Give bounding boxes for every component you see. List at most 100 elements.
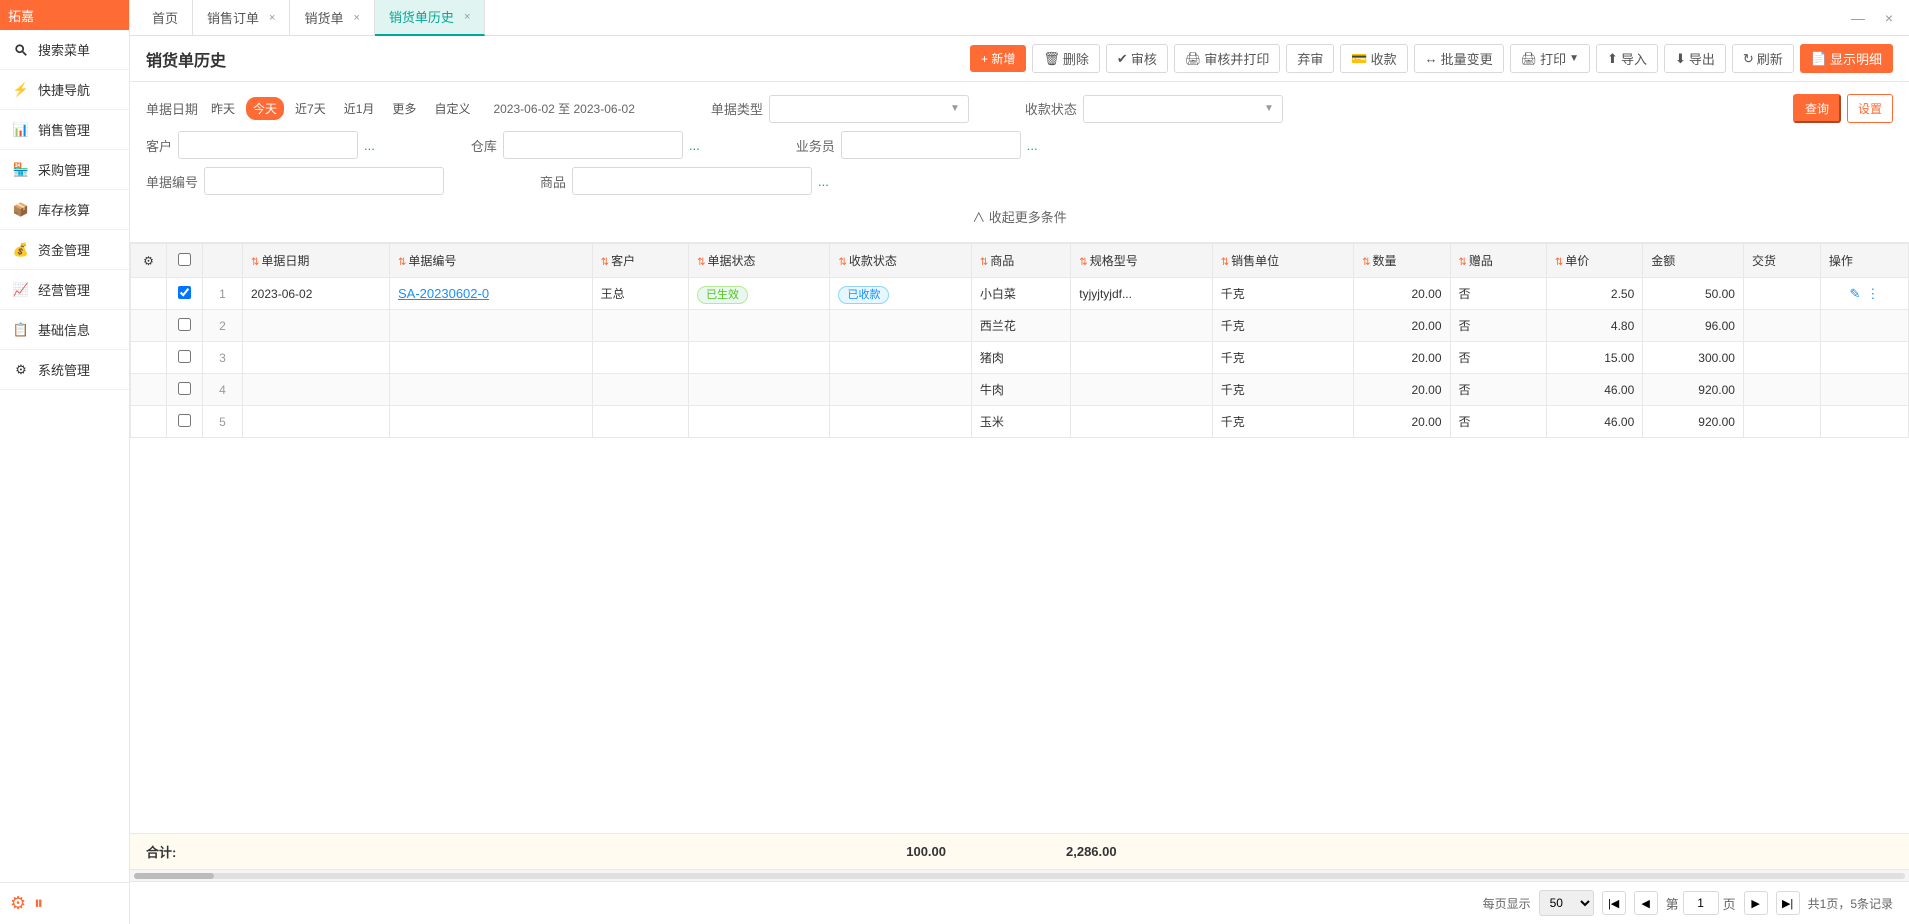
date-btn-today[interactable]: 今天 [246, 97, 284, 120]
th-qty[interactable]: ⇅数量 [1354, 244, 1450, 278]
scrollbar-thumb[interactable] [134, 873, 214, 879]
th-payment-status[interactable]: ⇅收款状态 [830, 244, 971, 278]
sidebar-item-operations[interactable]: 📈 经营管理 [0, 270, 129, 310]
date-btn-1month[interactable]: 近1月 [337, 97, 382, 120]
new-button[interactable]: + 新增 [970, 45, 1026, 72]
prev-page-btn[interactable]: ◀ [1634, 891, 1658, 915]
sidebar-item-finance[interactable]: 💰 资金管理 [0, 230, 129, 270]
sidebar-item-sys-mgmt[interactable]: ⚙ 系统管理 [0, 350, 129, 390]
more-action-icon[interactable]: ⋮ [1866, 286, 1879, 301]
horizontal-scrollbar[interactable] [130, 869, 1909, 881]
tab-sales-history[interactable]: 销货单历史 × [375, 0, 485, 36]
batch-change-button[interactable]: ↔ 批量变更 [1414, 44, 1504, 73]
print-button[interactable]: 🖨 打印 ▼ [1510, 44, 1590, 73]
th-unit-price[interactable]: ⇅单价 [1546, 244, 1642, 278]
staff-input[interactable] [841, 131, 1021, 159]
th-date[interactable]: ⇅单据日期 [243, 244, 390, 278]
table-row: 4 牛肉 千克 20.00 否 46.00 920.00 [131, 374, 1909, 406]
th-checkbox[interactable] [167, 244, 203, 278]
td-action [1820, 342, 1908, 374]
window-close-btn[interactable]: × [1877, 8, 1901, 28]
th-gift[interactable]: ⇅赠品 [1450, 244, 1546, 278]
query-button[interactable]: 查询 [1793, 94, 1841, 123]
row-checkbox[interactable] [178, 318, 191, 331]
th-settings[interactable]: ⚙ [131, 244, 167, 278]
sidebar-item-search-menu[interactable]: 搜索菜单 [0, 30, 129, 70]
sort-goods-icon: ⇅ [980, 257, 988, 268]
date-btn-7days[interactable]: 近7天 [288, 97, 333, 120]
page-number-input[interactable] [1683, 891, 1719, 915]
import-button[interactable]: ⬆ 导入 [1596, 44, 1658, 73]
settings-bottom-icon[interactable]: ⚙ [10, 893, 26, 914]
filter-area: 单据日期 昨天 今天 近7天 近1月 更多 自定义 2023-06-02 至 2… [130, 82, 1909, 243]
tab-sales-goods[interactable]: 销货单 × [290, 0, 374, 36]
table-body: 1 2023-06-02 SA-20230602-0 王总 已生效 已收款 小白… [131, 278, 1909, 438]
last-page-btn[interactable]: ▶| [1776, 891, 1800, 915]
row-checkbox[interactable] [178, 286, 191, 299]
td-checkbox[interactable] [167, 374, 203, 406]
row-checkbox[interactable] [178, 382, 191, 395]
date-btn-custom[interactable]: 自定义 [427, 97, 477, 120]
tab-home[interactable]: 首页 [138, 0, 193, 36]
audit-print-button[interactable]: 🖨 审核并打印 [1174, 44, 1281, 73]
doc-no-link[interactable]: SA-20230602-0 [398, 286, 489, 301]
th-doc-status[interactable]: ⇅单据状态 [689, 244, 830, 278]
goods-input[interactable] [572, 167, 812, 195]
sidebar-item-inventory[interactable]: 📦 库存核算 [0, 190, 129, 230]
staff-ellipsis[interactable]: ... [1027, 138, 1038, 153]
first-page-btn[interactable]: |◀ [1602, 891, 1626, 915]
customer-ellipsis[interactable]: ... [364, 138, 375, 153]
abandon-button[interactable]: 弃审 [1286, 44, 1334, 73]
td-checkbox[interactable] [167, 342, 203, 374]
date-btn-more[interactable]: 更多 [385, 97, 423, 120]
select-all-checkbox[interactable] [178, 253, 191, 266]
th-doc-no[interactable]: ⇅单据编号 [390, 244, 593, 278]
sidebar-item-base-info[interactable]: 📋 基础信息 [0, 310, 129, 350]
close-sales-order-icon[interactable]: × [269, 12, 275, 24]
delete-button[interactable]: 🗑 删除 [1032, 44, 1100, 73]
window-min-btn[interactable]: — [1843, 8, 1873, 28]
print-icon: 🖨 [1521, 51, 1538, 67]
sidebar-item-quick-nav[interactable]: ⚡ 快捷导航 [0, 70, 129, 110]
th-unit[interactable]: ⇅销售单位 [1212, 244, 1353, 278]
td-trade [1743, 342, 1820, 374]
goods-ellipsis[interactable]: ... [818, 174, 829, 189]
pause-icon[interactable]: ⏸ [34, 893, 43, 914]
th-spec[interactable]: ⇅规格型号 [1071, 244, 1212, 278]
td-checkbox[interactable] [167, 278, 203, 310]
td-doc-no [390, 406, 593, 438]
filter-doc-no: 单据编号 [146, 167, 444, 195]
warehouse-input[interactable] [503, 131, 683, 159]
td-unit-price: 46.00 [1546, 406, 1642, 438]
sidebar-item-purchase[interactable]: 🏪 采购管理 [0, 150, 129, 190]
print-dropdown-icon[interactable]: ▼ [1569, 53, 1579, 64]
doc-type-select[interactable]: ▼ [769, 95, 969, 123]
info-icon: 📋 [12, 321, 30, 339]
warehouse-ellipsis[interactable]: ... [689, 138, 700, 153]
collect-button[interactable]: 💳 收款 [1340, 44, 1407, 73]
export-button[interactable]: ⬇ 导出 [1664, 44, 1726, 73]
sidebar-item-sales[interactable]: 📊 销售管理 [0, 110, 129, 150]
collapse-bar[interactable]: ∧ 收起更多条件 [146, 203, 1893, 230]
customer-input[interactable] [178, 131, 358, 159]
close-sales-goods-icon[interactable]: × [353, 12, 359, 24]
show-detail-button[interactable]: 📄 显示明细 [1800, 44, 1893, 73]
td-amount: 920.00 [1643, 406, 1744, 438]
td-checkbox[interactable] [167, 310, 203, 342]
date-btn-yesterday[interactable]: 昨天 [204, 97, 242, 120]
settings-filter-button[interactable]: 设置 [1847, 94, 1893, 123]
td-checkbox[interactable] [167, 406, 203, 438]
th-customer[interactable]: ⇅客户 [592, 244, 688, 278]
row-checkbox[interactable] [178, 414, 191, 427]
audit-button[interactable]: ✔ 审核 [1106, 44, 1168, 73]
next-page-btn[interactable]: ▶ [1744, 891, 1768, 915]
row-checkbox[interactable] [178, 350, 191, 363]
doc-no-input[interactable] [204, 167, 444, 195]
edit-icon[interactable]: ✎ [1849, 286, 1860, 301]
per-page-select[interactable]: 50 100 200 [1539, 890, 1594, 916]
th-goods[interactable]: ⇅商品 [971, 244, 1070, 278]
close-sales-history-icon[interactable]: × [464, 11, 470, 23]
tab-sales-order[interactable]: 销售订单 × [193, 0, 290, 36]
refresh-button[interactable]: ↻ 刷新 [1732, 44, 1794, 73]
payment-status-select[interactable]: ▼ [1083, 95, 1283, 123]
